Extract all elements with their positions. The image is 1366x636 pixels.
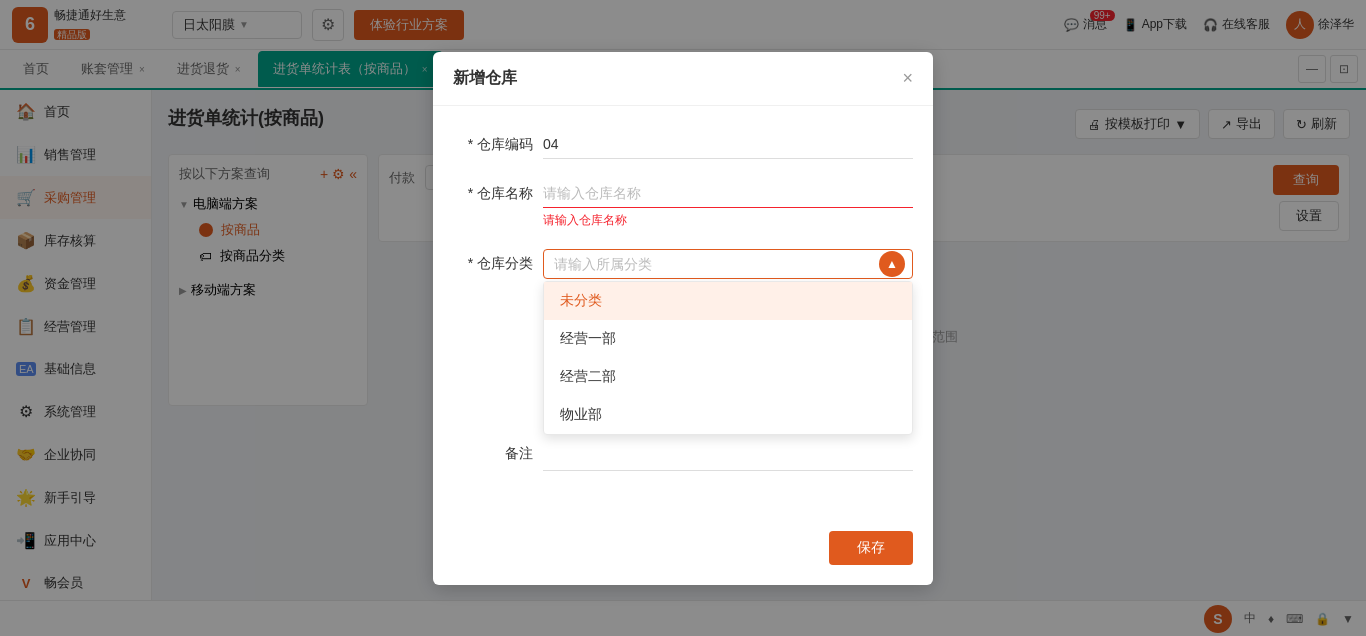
code-input[interactable] [543,130,913,159]
note-form-row: 备注 [453,439,913,475]
modal-overlay[interactable]: 新增仓库 × * 仓库编码 * 仓库名称 请输入仓库名称 * 仓库分类 [0,0,1366,636]
modal-title: 新增仓库 [453,68,517,89]
dropdown-item-dept2[interactable]: 经营二部 [544,358,912,396]
code-control [543,130,913,159]
name-input[interactable] [543,179,913,208]
category-label: * 仓库分类 [453,249,543,273]
code-form-row: * 仓库编码 [453,130,913,159]
category-toggle-arrow[interactable]: ▲ [879,251,905,277]
modal-close-button[interactable]: × [902,68,913,89]
modal-body: * 仓库编码 * 仓库名称 请输入仓库名称 * 仓库分类 [433,106,933,519]
modal-header: 新增仓库 × [433,52,933,106]
category-form-row: * 仓库分类 ▲ 未分类 经营一部 经营二部 物业部 [453,249,913,279]
name-error-msg: 请输入仓库名称 [543,212,913,229]
note-label: 备注 [453,439,543,463]
category-dropdown: 未分类 经营一部 经营二部 物业部 [543,281,913,435]
note-textarea[interactable] [543,439,913,471]
add-warehouse-modal: 新增仓库 × * 仓库编码 * 仓库名称 请输入仓库名称 * 仓库分类 [433,52,933,585]
name-label: * 仓库名称 [453,179,543,203]
modal-footer: 保存 [433,519,933,585]
name-control: 请输入仓库名称 [543,179,913,229]
category-input[interactable] [543,249,913,279]
note-control [543,439,913,475]
dropdown-item-uncategorized[interactable]: 未分类 [544,282,912,320]
name-form-row: * 仓库名称 请输入仓库名称 [453,179,913,229]
save-button[interactable]: 保存 [829,531,913,565]
dropdown-item-dept1[interactable]: 经营一部 [544,320,912,358]
category-input-wrap: ▲ [543,249,913,279]
category-control: ▲ 未分类 经营一部 经营二部 物业部 [543,249,913,279]
code-label: * 仓库编码 [453,130,543,154]
dropdown-item-dept3[interactable]: 物业部 [544,396,912,434]
